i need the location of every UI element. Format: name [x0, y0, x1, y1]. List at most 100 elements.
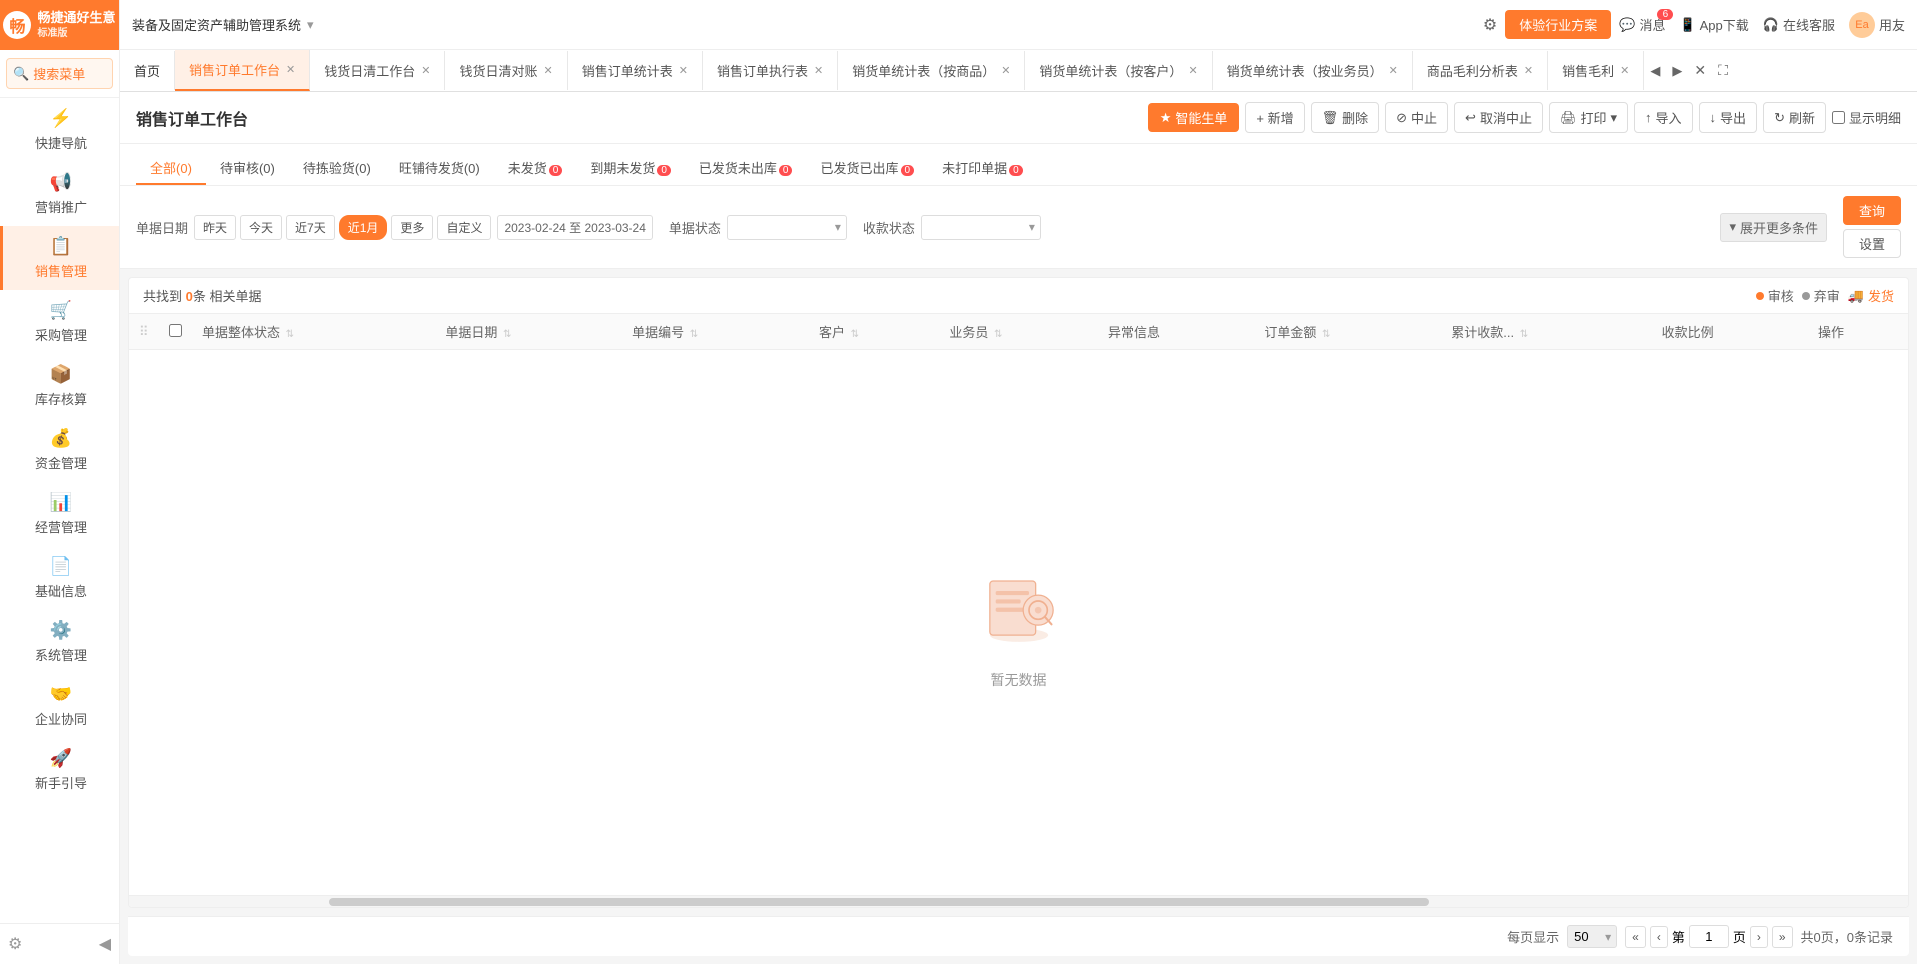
- status-select[interactable]: [727, 215, 847, 240]
- prev-page-button[interactable]: ‹: [1650, 926, 1668, 948]
- horizontal-scrollbar[interactable]: [129, 895, 1908, 907]
- sidebar-item-operations[interactable]: 📊 经营管理: [0, 482, 119, 546]
- total-records: 共0页，0条记录: [1801, 927, 1893, 946]
- sidebar-item-marketing[interactable]: 📢 营销推广: [0, 162, 119, 226]
- tab-gross-margin[interactable]: 商品毛利分析表 ✕: [1413, 51, 1548, 90]
- app-download-item[interactable]: 📱 App下载: [1679, 15, 1748, 34]
- sidebar-item-inventory[interactable]: 📦 库存核算: [0, 354, 119, 418]
- tab-home[interactable]: 首页: [120, 51, 175, 90]
- tab-maximize-button[interactable]: ⛶: [1712, 54, 1734, 87]
- sidebar-item-finance[interactable]: 💰 资金管理: [0, 418, 119, 482]
- payment-select[interactable]: [921, 215, 1041, 240]
- last-page-button[interactable]: »: [1772, 926, 1793, 948]
- tab-close-all-button[interactable]: ✕: [1688, 54, 1712, 87]
- title-dropdown-icon[interactable]: ▾: [307, 17, 314, 33]
- user-menu[interactable]: Ea 用友: [1849, 12, 1905, 38]
- tab-close-sales-customer[interactable]: ✕: [1188, 64, 1197, 77]
- sidebar-item-system[interactable]: ⚙️ 系统管理: [0, 610, 119, 674]
- customer-sort-icon[interactable]: ⇅: [851, 329, 859, 340]
- tab-reconcile[interactable]: 钱货日清对账 ✕: [445, 51, 567, 90]
- filter-tab-unshipped[interactable]: 未发货0: [494, 152, 577, 185]
- smart-generate-button[interactable]: ★ 智能生单: [1148, 103, 1240, 132]
- status-sort-icon[interactable]: ⇅: [286, 329, 294, 340]
- tab-sales-staff[interactable]: 销货单统计表（按业务员） ✕: [1213, 51, 1413, 90]
- sidebar-item-quick-nav[interactable]: ⚡ 快捷导航: [0, 98, 119, 162]
- date-1month-btn[interactable]: 近1月: [339, 215, 388, 240]
- setting-button[interactable]: 设置: [1843, 229, 1901, 258]
- avatar: Ea: [1849, 12, 1875, 38]
- amount-sort-icon[interactable]: ⇅: [1322, 329, 1330, 340]
- print-button[interactable]: 🖨 打印 ▾: [1549, 102, 1628, 133]
- tab-close-sales-product[interactable]: ✕: [1001, 64, 1010, 77]
- tab-close-gross-margin[interactable]: ✕: [1524, 64, 1533, 77]
- date-yesterday-btn[interactable]: 昨天: [194, 215, 236, 240]
- scrollbar-thumb[interactable]: [329, 898, 1429, 906]
- tab-next-button[interactable]: ▶: [1666, 55, 1688, 87]
- tab-close-sales-profit[interactable]: ✕: [1620, 64, 1629, 77]
- filter-tab-shipped-not-out[interactable]: 已发货未出库0: [685, 152, 807, 185]
- tab-sales-order[interactable]: 销售订单工作台 ✕: [175, 50, 310, 91]
- cancel-review-button[interactable]: 弃审: [1802, 286, 1840, 305]
- tab-close-reconcile[interactable]: ✕: [544, 64, 553, 77]
- tab-close-order-stats[interactable]: ✕: [679, 64, 688, 77]
- tab-order-exec[interactable]: 销售订单执行表 ✕: [703, 51, 838, 90]
- select-all-checkbox[interactable]: [169, 324, 182, 337]
- new-button[interactable]: + 新增: [1245, 102, 1304, 133]
- cancel-stop-button[interactable]: ↩ 取消中止: [1454, 102, 1543, 133]
- date-sort-icon[interactable]: ⇅: [503, 329, 511, 340]
- salesperson-sort-icon[interactable]: ⇅: [994, 329, 1002, 340]
- search-menu-button[interactable]: 🔍 搜索菜单: [6, 58, 113, 89]
- tab-cash-daily[interactable]: 钱货日清工作台 ✕: [310, 51, 445, 90]
- settings-icon[interactable]: ⚙: [8, 934, 22, 954]
- tab-close-cash-daily[interactable]: ✕: [421, 64, 430, 77]
- sidebar-item-basic-info[interactable]: 📄 基础信息: [0, 546, 119, 610]
- tab-sales-product[interactable]: 销货单统计表（按商品） ✕: [838, 51, 1025, 90]
- date-today-btn[interactable]: 今天: [240, 215, 282, 240]
- expand-conditions-button[interactable]: ▾ 展开更多条件: [1720, 213, 1827, 242]
- industry-button[interactable]: 体验行业方案: [1505, 10, 1611, 39]
- tab-close-sales-staff[interactable]: ✕: [1389, 64, 1398, 77]
- filter-tab-pending-check[interactable]: 待拣验货(0): [289, 152, 385, 185]
- stop-button[interactable]: ⊘ 中止: [1385, 102, 1448, 133]
- show-detail-checkbox[interactable]: 显示明细: [1832, 108, 1901, 127]
- date-7days-btn[interactable]: 近7天: [286, 215, 335, 240]
- show-detail-input[interactable]: [1832, 111, 1845, 124]
- sidebar-item-collab[interactable]: 🤝 企业协同: [0, 674, 119, 738]
- tab-sales-profit[interactable]: 销售毛利 ✕: [1548, 51, 1644, 90]
- collapse-icon[interactable]: ◀: [99, 934, 111, 954]
- filter-tab-wangpu[interactable]: 旺铺待发货(0): [385, 152, 494, 185]
- export-button[interactable]: ↓ 导出: [1699, 102, 1758, 133]
- filter-tab-unprinted[interactable]: 未打印单据0: [928, 152, 1037, 185]
- tab-prev-button[interactable]: ◀: [1644, 55, 1666, 87]
- tab-close-order-exec[interactable]: ✕: [814, 64, 823, 77]
- filter-tab-shipped-out[interactable]: 已发货已出库0: [806, 152, 928, 185]
- table-scroll-wrapper: ⠿ 单据整体状态 ⇅ 单据日期 ⇅: [129, 314, 1908, 895]
- import-button[interactable]: ↑ 导入: [1634, 102, 1693, 133]
- review-button[interactable]: 审核: [1756, 286, 1794, 305]
- tab-sales-customer[interactable]: 销货单统计表（按客户） ✕: [1025, 51, 1212, 90]
- first-page-button[interactable]: «: [1625, 926, 1646, 948]
- date-custom-btn[interactable]: 自定义: [437, 215, 491, 240]
- online-service-item[interactable]: 🎧 在线客服: [1763, 15, 1835, 34]
- sidebar-item-sales[interactable]: 📋 销售管理: [0, 226, 119, 290]
- refresh-button[interactable]: ↻ 刷新: [1763, 102, 1826, 133]
- date-more-btn[interactable]: 更多: [391, 215, 433, 240]
- gear-icon[interactable]: ⚙: [1483, 15, 1497, 35]
- message-item[interactable]: 💬 消息 6: [1619, 15, 1665, 34]
- delete-button[interactable]: 🗑 删除: [1311, 102, 1380, 133]
- page-size-select[interactable]: 50 100: [1567, 925, 1617, 948]
- sidebar-item-guide[interactable]: 🚀 新手引导: [0, 738, 119, 802]
- tab-order-stats[interactable]: 销售订单统计表 ✕: [568, 51, 703, 90]
- filter-tab-overdue[interactable]: 到期未发货0: [576, 152, 685, 185]
- collected-sort-icon[interactable]: ⇅: [1520, 329, 1528, 340]
- filter-tab-all[interactable]: 全部(0): [136, 152, 206, 185]
- next-page-button[interactable]: ›: [1750, 926, 1768, 948]
- search-button[interactable]: 查询: [1843, 196, 1901, 225]
- filter-tab-pending-review[interactable]: 待审核(0): [206, 152, 289, 185]
- ship-button[interactable]: 🚚 发货: [1848, 286, 1894, 305]
- export-icon: ↓: [1710, 110, 1717, 125]
- number-sort-icon[interactable]: ⇅: [690, 329, 698, 340]
- page-number-input[interactable]: [1689, 925, 1729, 948]
- sidebar-item-purchase[interactable]: 🛒 采购管理: [0, 290, 119, 354]
- tab-close-sales-order[interactable]: ✕: [286, 63, 295, 76]
